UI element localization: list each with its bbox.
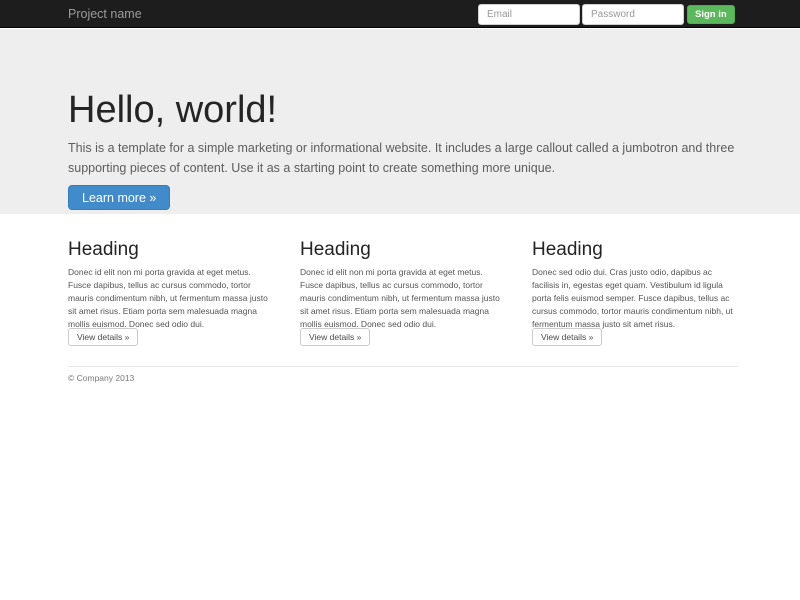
- navbar-brand[interactable]: Project name: [68, 0, 142, 28]
- column-heading: Heading: [300, 239, 371, 260]
- footer-divider: [68, 366, 738, 367]
- content-column-1: Heading Donec id elit non mi porta gravi…: [68, 238, 276, 350]
- password-input[interactable]: [582, 4, 684, 25]
- email-input[interactable]: [478, 4, 580, 25]
- column-body: Donec sed odio dui. Cras justo odio, dap…: [532, 267, 733, 329]
- content-column-2: Heading Donec id elit non mi porta gravi…: [300, 238, 508, 350]
- view-details-button-3[interactable]: View details »: [532, 328, 603, 346]
- column-body: Donec id elit non mi porta gravida at eg…: [300, 267, 500, 329]
- sign-in-button[interactable]: Sign in: [687, 5, 735, 24]
- view-details-button-1[interactable]: View details »: [68, 328, 139, 346]
- learn-more-button[interactable]: Learn more »: [68, 185, 171, 210]
- column-heading: Heading: [532, 239, 603, 260]
- content-columns: Heading Donec id elit non mi porta gravi…: [68, 238, 748, 350]
- column-heading: Heading: [68, 239, 139, 260]
- page-title: Hello, world!: [68, 89, 278, 131]
- column-body: Donec id elit non mi porta gravida at eg…: [68, 267, 268, 329]
- navbar: Project name Sign in: [0, 0, 800, 28]
- page: Project name Sign in Hello, world! This …: [0, 0, 800, 600]
- jumbotron-description: This is a template for a simple marketin…: [68, 141, 735, 175]
- content-column-3: Heading Donec sed odio dui. Cras justo o…: [532, 238, 740, 350]
- view-details-button-2[interactable]: View details »: [300, 328, 371, 346]
- jumbotron: Hello, world! This is a template for a s…: [0, 29, 800, 214]
- copyright-text: © Company 2013: [68, 373, 135, 383]
